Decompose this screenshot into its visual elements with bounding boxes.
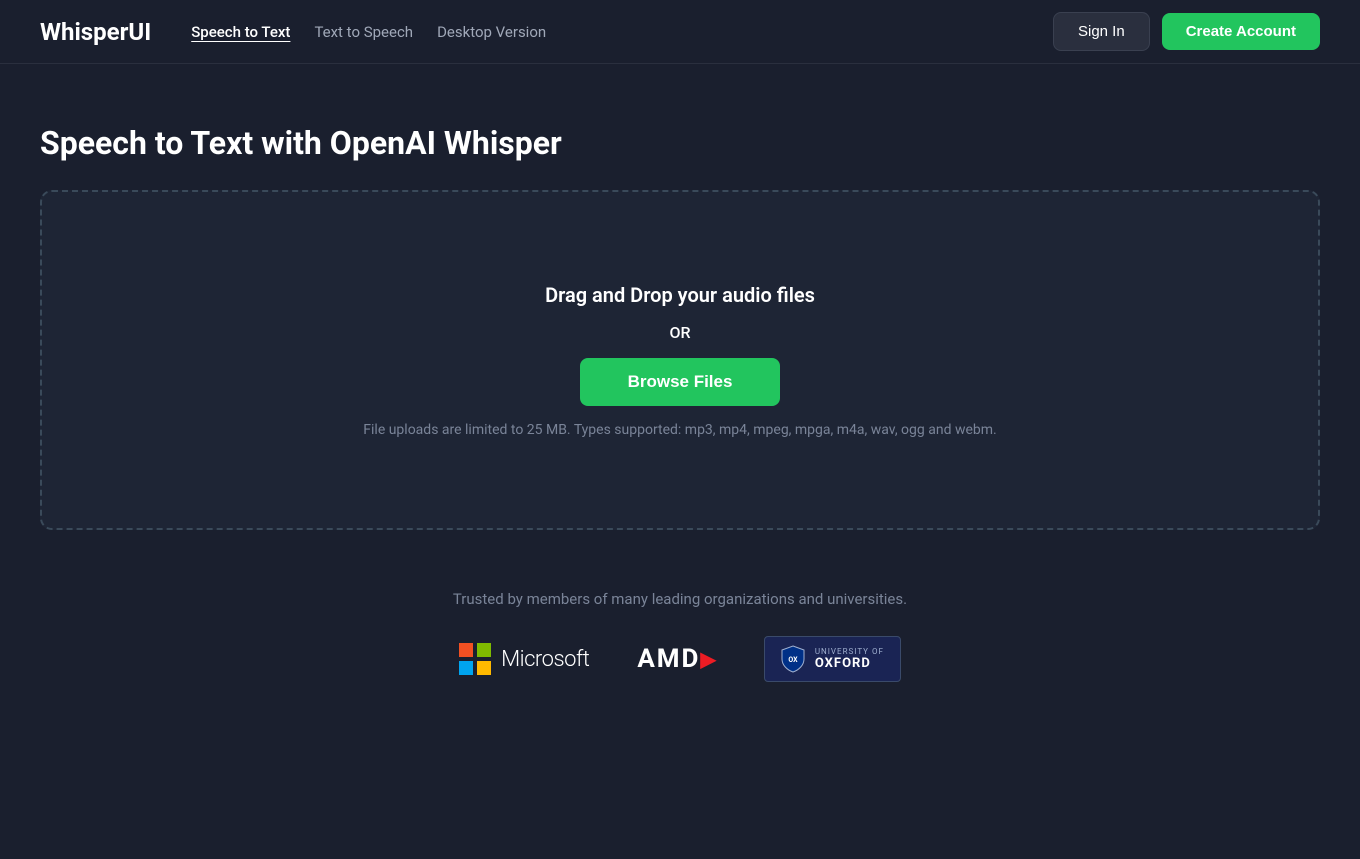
logos-row: Microsoft AMD ▶ OX University of OXFORD bbox=[459, 636, 901, 682]
browse-files-button[interactable]: Browse Files bbox=[580, 358, 781, 406]
microsoft-logo: Microsoft bbox=[459, 643, 589, 675]
microsoft-grid-icon bbox=[459, 643, 491, 675]
or-text: OR bbox=[669, 323, 690, 342]
nav-desktop-version[interactable]: Desktop Version bbox=[437, 23, 546, 41]
file-drop-zone[interactable]: Drag and Drop your audio files OR Browse… bbox=[40, 190, 1320, 530]
amd-logo: AMD ▶ bbox=[637, 644, 716, 674]
trusted-text: Trusted by members of many leading organ… bbox=[453, 590, 907, 608]
file-limit-text: File uploads are limited to 25 MB. Types… bbox=[363, 422, 996, 438]
drag-drop-text: Drag and Drop your audio files bbox=[545, 283, 815, 307]
main-nav: Speech to Text Text to Speech Desktop Ve… bbox=[191, 23, 546, 41]
oxford-text-block: University of OXFORD bbox=[815, 647, 884, 671]
logo[interactable]: WhisperUI bbox=[40, 18, 151, 46]
microsoft-text: Microsoft bbox=[501, 647, 589, 672]
oxford-logo: OX University of OXFORD bbox=[764, 636, 901, 682]
nav-speech-to-text[interactable]: Speech to Text bbox=[191, 23, 290, 41]
oxford-shield-icon: OX bbox=[781, 645, 805, 673]
nav-text-to-speech[interactable]: Text to Speech bbox=[314, 23, 413, 41]
ms-green-square bbox=[477, 643, 491, 657]
header-left: WhisperUI Speech to Text Text to Speech … bbox=[40, 18, 546, 46]
oxford-main-text: OXFORD bbox=[815, 656, 884, 671]
oxford-top-text: University of bbox=[815, 647, 884, 656]
amd-arrow-icon: ▶ bbox=[700, 647, 715, 671]
signin-button[interactable]: Sign In bbox=[1053, 12, 1150, 51]
oxford-wrapper: OX University of OXFORD bbox=[781, 645, 884, 673]
create-account-button[interactable]: Create Account bbox=[1162, 13, 1320, 50]
ms-red-square bbox=[459, 643, 473, 657]
svg-text:OX: OX bbox=[788, 656, 798, 664]
page-title: Speech to Text with OpenAI Whisper bbox=[40, 124, 1320, 162]
header: WhisperUI Speech to Text Text to Speech … bbox=[0, 0, 1360, 64]
trusted-section: Trusted by members of many leading organ… bbox=[40, 590, 1320, 682]
main-content: Speech to Text with OpenAI Whisper Drag … bbox=[0, 64, 1360, 722]
ms-blue-square bbox=[459, 661, 473, 675]
ms-yellow-square bbox=[477, 661, 491, 675]
amd-text: AMD bbox=[637, 644, 700, 674]
header-right: Sign In Create Account bbox=[1053, 12, 1320, 51]
